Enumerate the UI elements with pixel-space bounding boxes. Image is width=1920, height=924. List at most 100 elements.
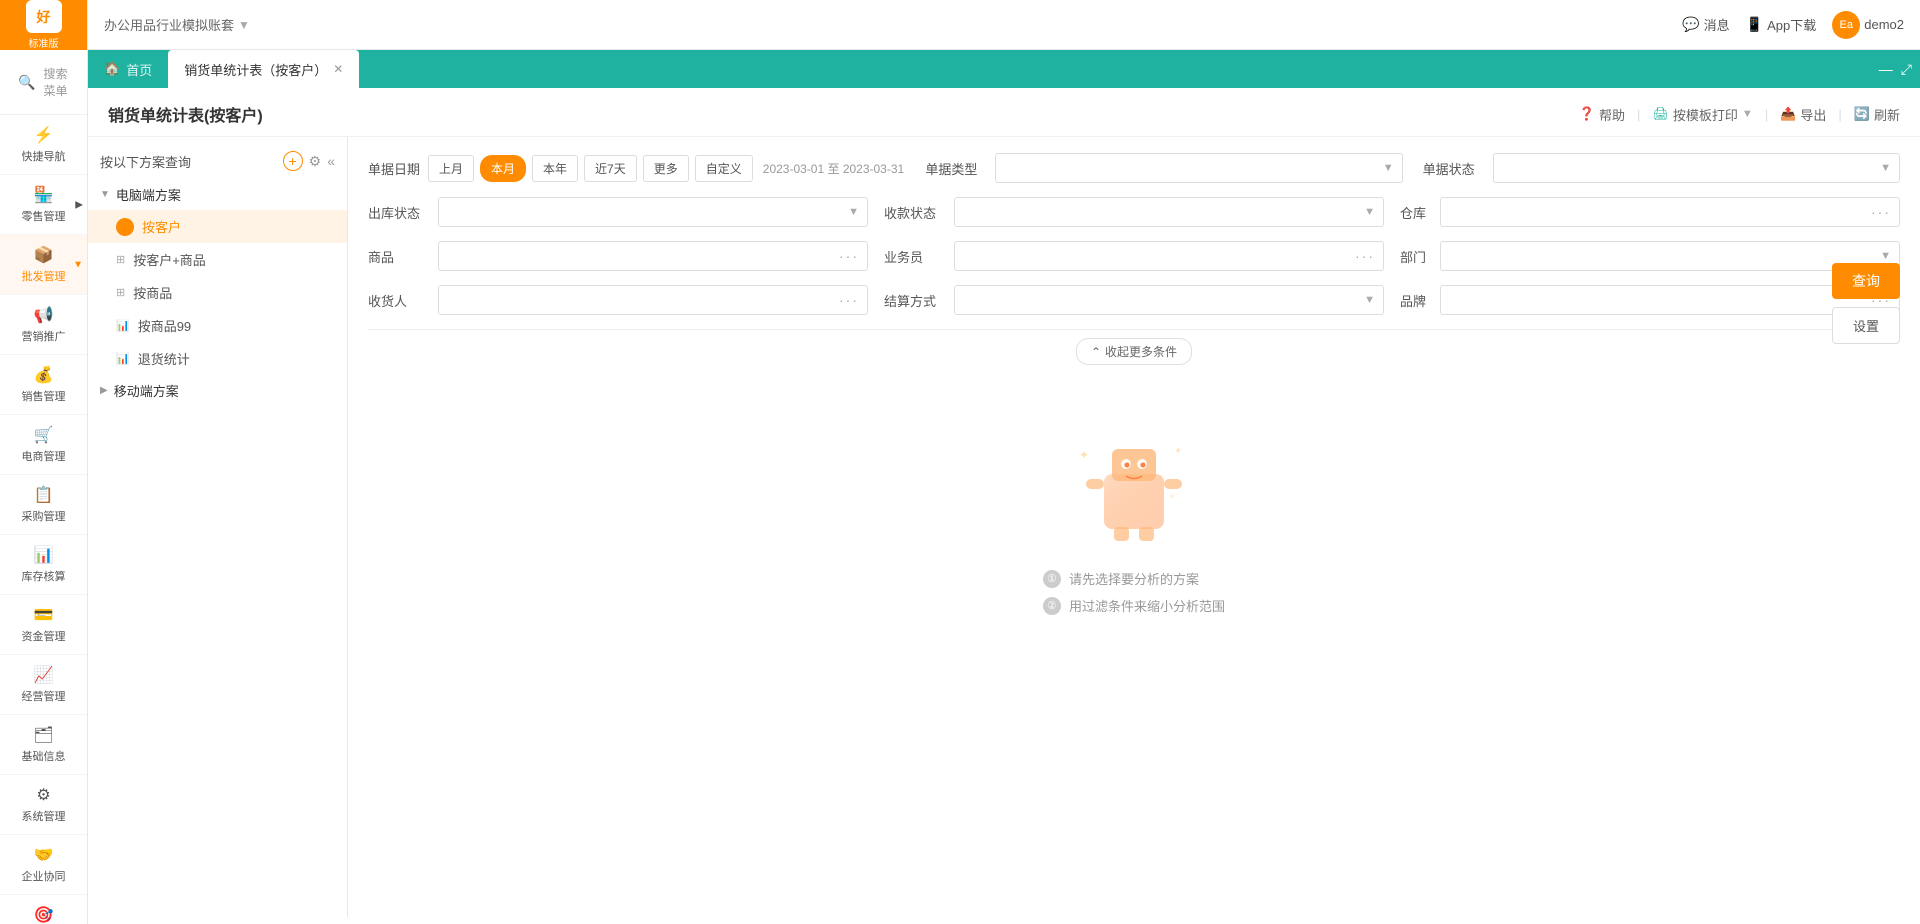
- tip-text-1: 请先选择要分析的方案: [1069, 569, 1199, 588]
- settle-field[interactable]: ▼: [954, 285, 1384, 315]
- salesman-field[interactable]: ···: [954, 241, 1384, 271]
- sidebar-item-kuaijiedaohang[interactable]: ⚡ 快捷导航: [0, 115, 87, 175]
- pay-status-label: 收款状态: [884, 203, 954, 222]
- tab-bar: 🏠 首页 销货单统计表（按客户） ✕ — ⤢: [88, 50, 1920, 88]
- scheme-edit-btn[interactable]: ⚙: [309, 153, 322, 170]
- refresh-btn[interactable]: 🔄 刷新: [1854, 105, 1900, 124]
- sidebar-item-kucun[interactable]: 📊 库存核算: [0, 535, 87, 595]
- tip-num-1: ①: [1043, 570, 1061, 588]
- user-info[interactable]: Ea demo2: [1832, 11, 1904, 39]
- print-dropdown-arrow[interactable]: ▼: [1742, 108, 1753, 120]
- scheme-group-desktop-title[interactable]: ▼ 电脑端方案: [88, 179, 347, 210]
- bill-type-field[interactable]: ▼: [995, 153, 1402, 183]
- tip-num-2: ②: [1043, 597, 1061, 615]
- warehouse-container: 仓库 ···: [1400, 197, 1900, 227]
- bill-type-container: 单据类型 ▼: [925, 153, 1402, 183]
- scheme-collapse-btn[interactable]: «: [327, 153, 335, 169]
- bill-status-label: 单据状态: [1423, 159, 1493, 178]
- tab-close-icon[interactable]: ✕: [333, 62, 343, 76]
- sidebar-item-dianshang[interactable]: 🛒 电商管理: [0, 415, 87, 475]
- print-btn[interactable]: 🖨 按模板打印 ▼: [1652, 105, 1752, 124]
- date-btn-this-year[interactable]: 本年: [532, 155, 578, 182]
- out-status-label: 出库状态: [368, 203, 438, 222]
- sidebar-item-xitong[interactable]: ⚙ 系统管理: [0, 775, 87, 835]
- lingshou-arrow: ▶: [75, 199, 83, 210]
- export-btn[interactable]: 📤 导出: [1780, 105, 1826, 124]
- warehouse-field[interactable]: ···: [1440, 197, 1900, 227]
- sidebar-item-lingshouguan[interactable]: 🏪 零售管理 ▶: [0, 175, 87, 235]
- return-stat-icon: 📊: [116, 352, 130, 365]
- brand-field[interactable]: ···: [1440, 285, 1900, 315]
- dept-label: 部门: [1400, 247, 1440, 266]
- caigou-icon: 📋: [34, 485, 54, 505]
- scheme-panel-actions: + ⚙ «: [283, 151, 335, 171]
- logo[interactable]: 好 标准版: [0, 0, 87, 50]
- scheme-panel: 按以下方案查询 + ⚙ « ▼ 电脑端方案: [88, 137, 348, 917]
- sidebar-item-yingxiaotuguan[interactable]: 📢 营销推广: [0, 295, 87, 355]
- sidebar-item-jichu[interactable]: 🗂 基础信息: [0, 715, 87, 775]
- scheme-label-by-customer-goods: 按客户+商品: [133, 250, 206, 269]
- app-download-icon: 📱: [1746, 16, 1763, 33]
- page-title-bar: 销货单统计表(按客户) ❓ 帮助 | 🖨 按模板打印 ▼ | 📤: [88, 88, 1920, 137]
- help-btn[interactable]: ❓ 帮助: [1579, 105, 1625, 124]
- scheme-item-by-goods[interactable]: ⊞ 按商品: [88, 276, 347, 309]
- avatar: Ea: [1832, 11, 1860, 39]
- account-dropdown[interactable]: 办公用品行业模拟账套 ▼: [104, 15, 250, 34]
- search-menu-item[interactable]: 🔍 搜索菜单: [6, 58, 81, 106]
- scheme-item-by-goods-99[interactable]: 📊 按商品99: [88, 309, 347, 342]
- sidebar-item-pifaguanli[interactable]: 📦 批发管理 ▼: [0, 235, 87, 295]
- date-group: 上月 本月 本年 近7天 更多 自定义 2023-03-01 至 2023-03…: [428, 155, 905, 182]
- empty-state: ✦ ✦ ✦ ① 请先选择要分析的方案 ② 用过滤条件来缩小分析范围: [348, 389, 1920, 655]
- receiver-field[interactable]: ···: [438, 285, 868, 315]
- dept-container: 部门 ▼: [1400, 241, 1900, 271]
- settings-btn[interactable]: 设置: [1832, 307, 1900, 344]
- date-btn-last-month[interactable]: 上月: [428, 155, 474, 182]
- page-title: 销货单统计表(按客户): [108, 102, 263, 126]
- out-status-field[interactable]: ▼: [438, 197, 868, 227]
- bill-type-arrow: ▼: [1383, 162, 1394, 174]
- scheme-add-btn[interactable]: +: [283, 151, 303, 171]
- tab-sales-stat[interactable]: 销货单统计表（按客户） ✕: [168, 50, 359, 88]
- mobile-group-arrow: ▶: [100, 385, 108, 396]
- sidebar-item-zijin[interactable]: 💳 资金管理: [0, 595, 87, 655]
- sidebar-item-xiaoshouguan[interactable]: 💰 销售管理: [0, 355, 87, 415]
- top-header: 办公用品行业模拟账套 ▼ 💬 消息 📱 App下载 Ea demo2: [88, 0, 1920, 50]
- tab-minimize-icon[interactable]: —: [1879, 61, 1893, 77]
- bill-status-field[interactable]: ▼: [1493, 153, 1900, 183]
- desktop-group-arrow: ▼: [100, 189, 110, 200]
- tab-maximize-icon[interactable]: ⤢: [1901, 61, 1912, 78]
- date-btn-7days[interactable]: 近7天: [584, 155, 637, 182]
- sidebar-item-xinshou[interactable]: 🎯 新手引导: [0, 895, 87, 924]
- pay-status-field[interactable]: ▼: [954, 197, 1384, 227]
- receiver-container: 收货人 ···: [368, 285, 868, 315]
- divider1: |: [1637, 107, 1640, 122]
- collapse-btn[interactable]: ⌃ 收起更多条件: [1076, 338, 1192, 365]
- scheme-item-return-stat[interactable]: 📊 退货统计: [88, 342, 347, 375]
- xiaoshou-icon: 💰: [34, 365, 54, 385]
- sidebar-nav-label: 销售管理: [22, 388, 66, 404]
- scheme-item-by-customer-goods[interactable]: ⊞ 按客户+商品: [88, 243, 347, 276]
- pay-status-arrow: ▼: [1364, 206, 1375, 218]
- filter-row-goods: 商品 ··· 业务员 ···: [368, 241, 1900, 271]
- query-btn[interactable]: 查询: [1832, 263, 1900, 299]
- sidebar-item-caigou[interactable]: 📋 采购管理: [0, 475, 87, 535]
- scheme-group-desktop: ▼ 电脑端方案 按客户 ⊞ 按客户+商品 ⊞: [88, 179, 347, 375]
- bill-status-arrow: ▼: [1880, 162, 1891, 174]
- date-btn-this-month[interactable]: 本月: [480, 155, 526, 182]
- sidebar-item-qiye[interactable]: 🤝 企业协同: [0, 835, 87, 895]
- account-name: 办公用品行业模拟账套: [104, 15, 234, 34]
- date-btn-custom[interactable]: 自定义: [695, 155, 753, 182]
- scheme-item-by-customer[interactable]: 按客户: [88, 210, 347, 243]
- scheme-group-mobile-title[interactable]: ▶ 移动端方案: [88, 375, 347, 406]
- goods-label: 商品: [368, 247, 438, 266]
- dept-field[interactable]: ▼: [1440, 241, 1900, 271]
- date-btn-more[interactable]: 更多: [643, 155, 689, 182]
- filter-row-status: 出库状态 ▼ 收款状态 ▼: [368, 197, 1900, 227]
- app-download-btn[interactable]: 📱 App下载: [1746, 15, 1817, 34]
- tab-home[interactable]: 🏠 首页: [88, 50, 168, 88]
- sidebar-item-jingying[interactable]: 📈 经营管理: [0, 655, 87, 715]
- sidebar-nav-label: 采购管理: [22, 508, 66, 524]
- message-btn[interactable]: 💬 消息: [1682, 15, 1729, 34]
- filter-row-date: 单据日期 上月 本月 本年 近7天 更多 自定义 2023-03-01 至 20…: [368, 153, 1900, 183]
- goods-field[interactable]: ···: [438, 241, 868, 271]
